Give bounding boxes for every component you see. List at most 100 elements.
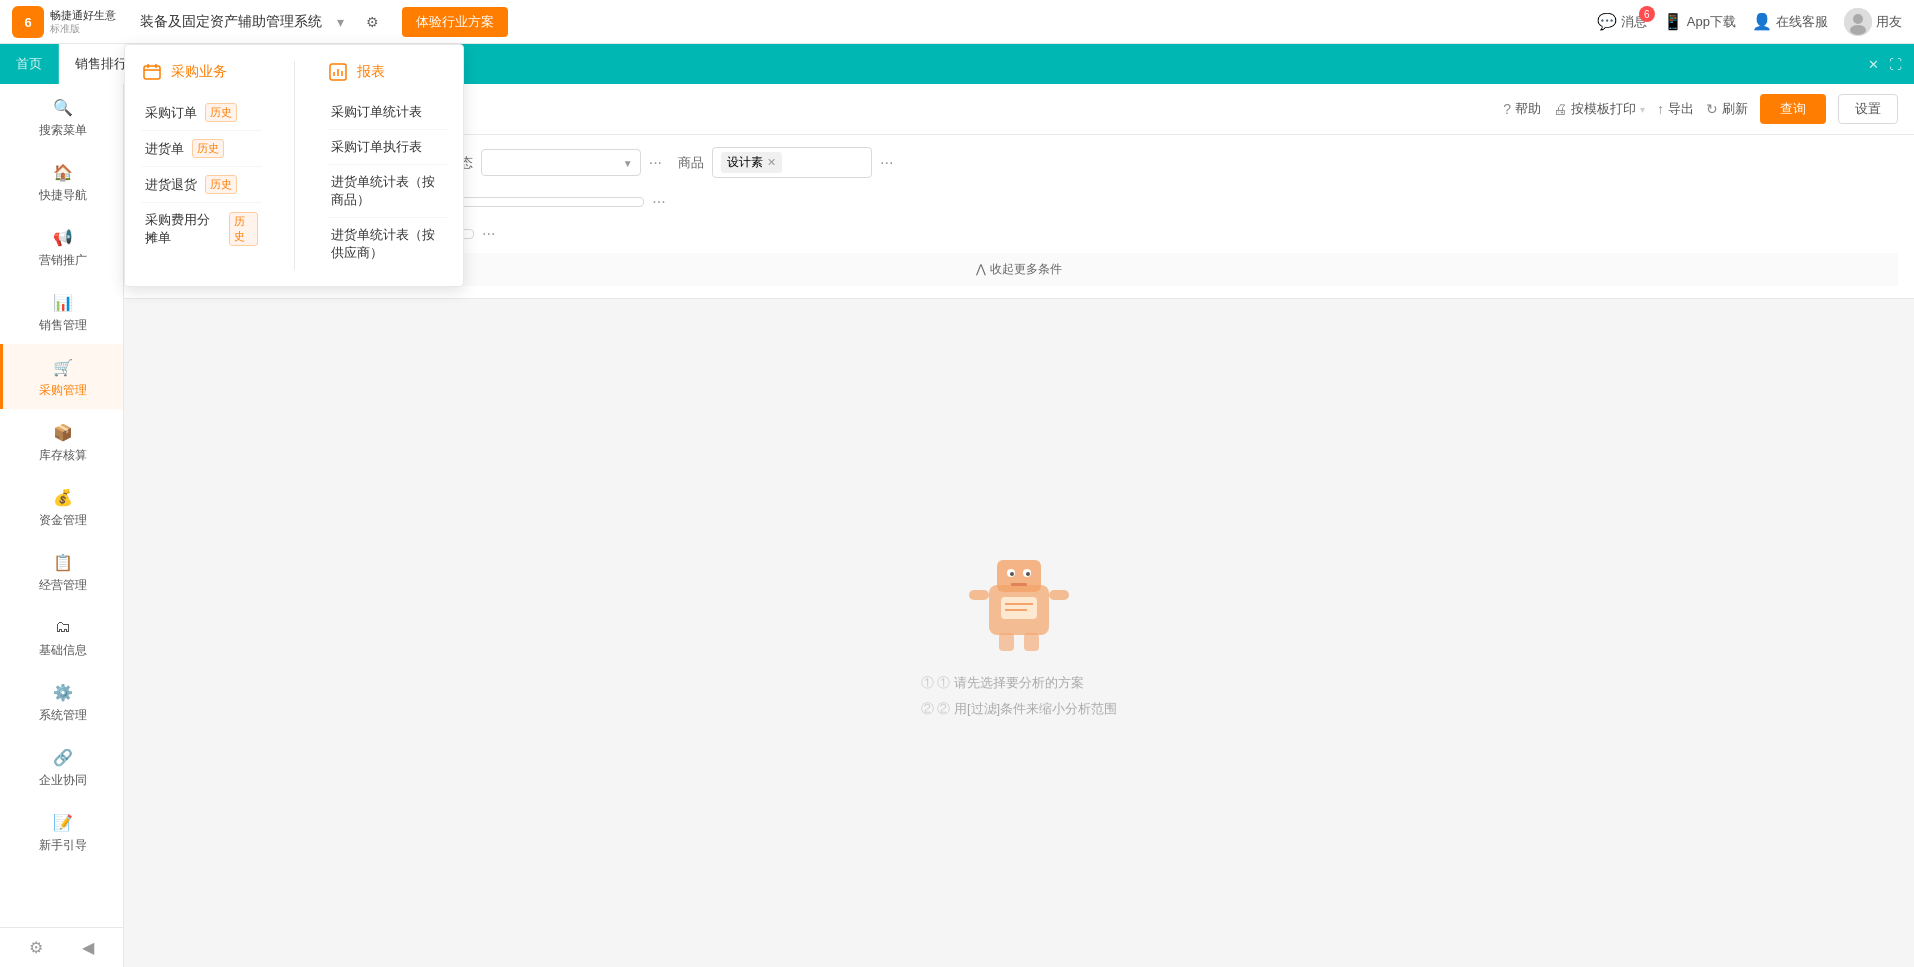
col-divider — [294, 84, 295, 270]
svg-rect-14 — [999, 633, 1014, 651]
goods-more-btn[interactable]: ··· — [880, 154, 893, 172]
dropdown-report-incoming-goods[interactable]: 进货单统计表（按商品） — [327, 165, 448, 218]
salesman-input[interactable] — [444, 197, 644, 207]
online-service-btn[interactable]: 👤 在线客服 — [1752, 12, 1828, 31]
salesman-more-btn[interactable]: ··· — [652, 193, 665, 211]
svg-text:6: 6 — [24, 15, 31, 30]
help-btn[interactable]: ? 帮助 — [1503, 100, 1541, 118]
print-dropdown-icon[interactable]: ▾ — [1640, 104, 1645, 115]
window-maximize-icon[interactable]: ⛶ — [1889, 57, 1902, 72]
history-badge-3: 历史 — [229, 212, 257, 246]
inventory-icon: 📦 — [52, 421, 74, 443]
sidebar-item-search[interactable]: 🔍 搜索菜单 — [0, 84, 123, 149]
home-icon: 🏠 — [52, 161, 74, 183]
top-actions: 💬 消息 6 📱 App下载 👤 在线客服 用友 — [1597, 8, 1902, 36]
window-close-icon[interactable]: ✕ — [1868, 57, 1879, 72]
dropdown-cost[interactable]: 采购费用分摊单 历史 — [141, 203, 262, 255]
refresh-icon: ↻ — [1706, 101, 1718, 117]
goods-label: 商品 — [678, 154, 704, 172]
app-download-btn[interactable]: 📱 App下载 — [1663, 12, 1736, 31]
industry-btn[interactable]: 体验行业方案 — [402, 7, 508, 37]
history-badge-2: 历史 — [205, 175, 237, 194]
status-more-btn[interactable]: ··· — [649, 154, 662, 172]
settings-btn[interactable]: 设置 — [1838, 94, 1898, 124]
dropdown-menu: 采购业务 采购订单 历史 进货单 历史 进货退货 历史 采购费用分摊单 历史 — [124, 84, 464, 287]
message-badge: 6 — [1639, 6, 1655, 22]
system-title-text: 装备及固定资产辅助管理系统 — [140, 13, 322, 31]
purchase-icon: 🛒 — [52, 356, 74, 378]
sidebar-item-quick-nav[interactable]: 🏠 快捷导航 — [0, 149, 123, 214]
guide-icon: 📝 — [52, 811, 74, 833]
top-bar: 6 畅捷通好生意 标准版 装备及固定资产辅助管理系统 ▾ ⚙ 体验行业方案 💬 … — [0, 0, 1914, 44]
dropdown-columns: 采购业务 采购订单 历史 进货单 历史 进货退货 历史 采购费用分摊单 历史 — [141, 84, 447, 270]
svg-point-4 — [1850, 25, 1866, 35]
sales-icon: 📊 — [52, 291, 74, 313]
sidebar-item-marketing[interactable]: 📢 营销推广 — [0, 214, 123, 279]
refresh-btn[interactable]: ↻ 刷新 — [1706, 100, 1748, 118]
basic-info-icon: 🗂 — [52, 616, 74, 638]
purchase-col: 采购业务 采购订单 历史 进货单 历史 进货退货 历史 采购费用分摊单 历史 — [141, 84, 262, 270]
system-title-area: 装备及固定资产辅助管理系统 ▾ ⚙ 体验行业方案 — [132, 7, 1597, 37]
empty-state: ① 请先选择要分析的方案 ② 用[过滤]条件来缩小分析范围 — [124, 299, 1914, 967]
goods-input[interactable]: 设计素 ✕ — [712, 147, 872, 178]
svg-rect-16 — [1001, 597, 1037, 619]
sidebar-collapse-btn[interactable]: ◀ — [82, 938, 94, 957]
print-icon: 🖨 — [1553, 101, 1567, 117]
report-col: 报表 采购订单统计表 采购订单执行表 进货单统计表（按商品） 进货单统计表（按供… — [327, 84, 448, 270]
logo-text: 畅捷通好生意 标准版 — [50, 8, 116, 35]
status-select-wrapper — [481, 149, 641, 176]
svg-rect-13 — [1049, 590, 1069, 600]
empty-tips: ① 请先选择要分析的方案 ② 用[过滤]条件来缩小分析范围 — [921, 670, 1117, 722]
system-settings-icon[interactable]: ⚙ — [358, 8, 386, 36]
logo-icon: 6 — [12, 6, 44, 38]
tab-window-controls: ✕ ⛶ — [1856, 44, 1914, 84]
dropdown-purchase-order[interactable]: 采购订单 历史 — [141, 95, 262, 131]
finance-icon: 💰 — [52, 486, 74, 508]
goods-filter: 商品 设计素 ✕ ··· — [678, 147, 893, 178]
operation-icon: 📋 — [52, 551, 74, 573]
system-dropdown-icon[interactable]: ▾ — [330, 12, 350, 32]
sidebar-item-enterprise[interactable]: 🔗 企业协同 — [0, 734, 123, 799]
svg-rect-15 — [1024, 633, 1039, 651]
user-avatar — [1844, 8, 1872, 36]
history-badge-0: 历史 — [205, 103, 237, 122]
svg-rect-6 — [997, 560, 1041, 592]
empty-tip-1: ① 请先选择要分析的方案 — [921, 670, 1117, 696]
search-icon: 🔍 — [52, 96, 74, 118]
tab-home[interactable]: 首页 — [0, 44, 59, 84]
tag-close-icon[interactable]: ✕ — [767, 156, 776, 169]
dropdown-report-purchase-exec[interactable]: 采购订单执行表 — [327, 130, 448, 165]
svg-point-3 — [1853, 14, 1863, 24]
history-badge-1: 历史 — [192, 139, 224, 158]
sidebar-item-inventory[interactable]: 📦 库存核算 — [0, 409, 123, 474]
goods-tag: 设计素 ✕ — [721, 152, 782, 173]
export-btn[interactable]: ↑ 导出 — [1657, 100, 1694, 118]
sidebar-item-basic-info[interactable]: 🗂 基础信息 — [0, 604, 123, 669]
sidebar-item-finance[interactable]: 💰 资金管理 — [0, 474, 123, 539]
customer-more-btn[interactable]: ··· — [482, 225, 495, 243]
print-btn[interactable]: 🖨 按模板打印 ▾ — [1553, 100, 1645, 118]
svg-rect-12 — [969, 590, 989, 600]
status-select[interactable] — [481, 149, 641, 176]
dropdown-return[interactable]: 进货退货 历史 — [141, 167, 262, 203]
sidebar-settings-btn[interactable]: ⚙ — [29, 938, 43, 957]
dropdown-report-incoming-supplier[interactable]: 进货单统计表（按供应商） — [327, 218, 448, 270]
logo-area: 6 畅捷通好生意 标准版 — [12, 6, 132, 38]
sidebar-item-system[interactable]: ⚙️ 系统管理 — [0, 669, 123, 734]
dropdown-report-purchase-stat[interactable]: 采购订单统计表 — [327, 95, 448, 130]
svg-point-10 — [1026, 572, 1030, 576]
main-layout: 🔍 搜索菜单 🏠 快捷导航 📢 营销推广 📊 销售管理 🛒 采购管理 📦 库存核… — [0, 84, 1914, 967]
dropdown-incoming[interactable]: 进货单 历史 — [141, 131, 262, 167]
message-btn[interactable]: 💬 消息 6 — [1597, 12, 1647, 31]
sidebar-item-guide[interactable]: 📝 新手引导 — [0, 799, 123, 864]
empty-illustration — [959, 545, 1079, 658]
empty-tip-2: ② 用[过滤]条件来缩小分析范围 — [921, 696, 1117, 722]
help-icon: ? — [1503, 101, 1511, 117]
user-area[interactable]: 用友 — [1844, 8, 1902, 36]
sidebar-item-sales[interactable]: 📊 销售管理 — [0, 279, 123, 344]
query-btn[interactable]: 查询 — [1760, 94, 1826, 124]
svg-rect-11 — [1011, 583, 1027, 586]
sidebar-item-purchase[interactable]: 🛒 采购管理 — [0, 344, 123, 409]
sidebar-bottom: ⚙ ◀ — [0, 927, 123, 967]
sidebar-item-operation[interactable]: 📋 经营管理 — [0, 539, 123, 604]
